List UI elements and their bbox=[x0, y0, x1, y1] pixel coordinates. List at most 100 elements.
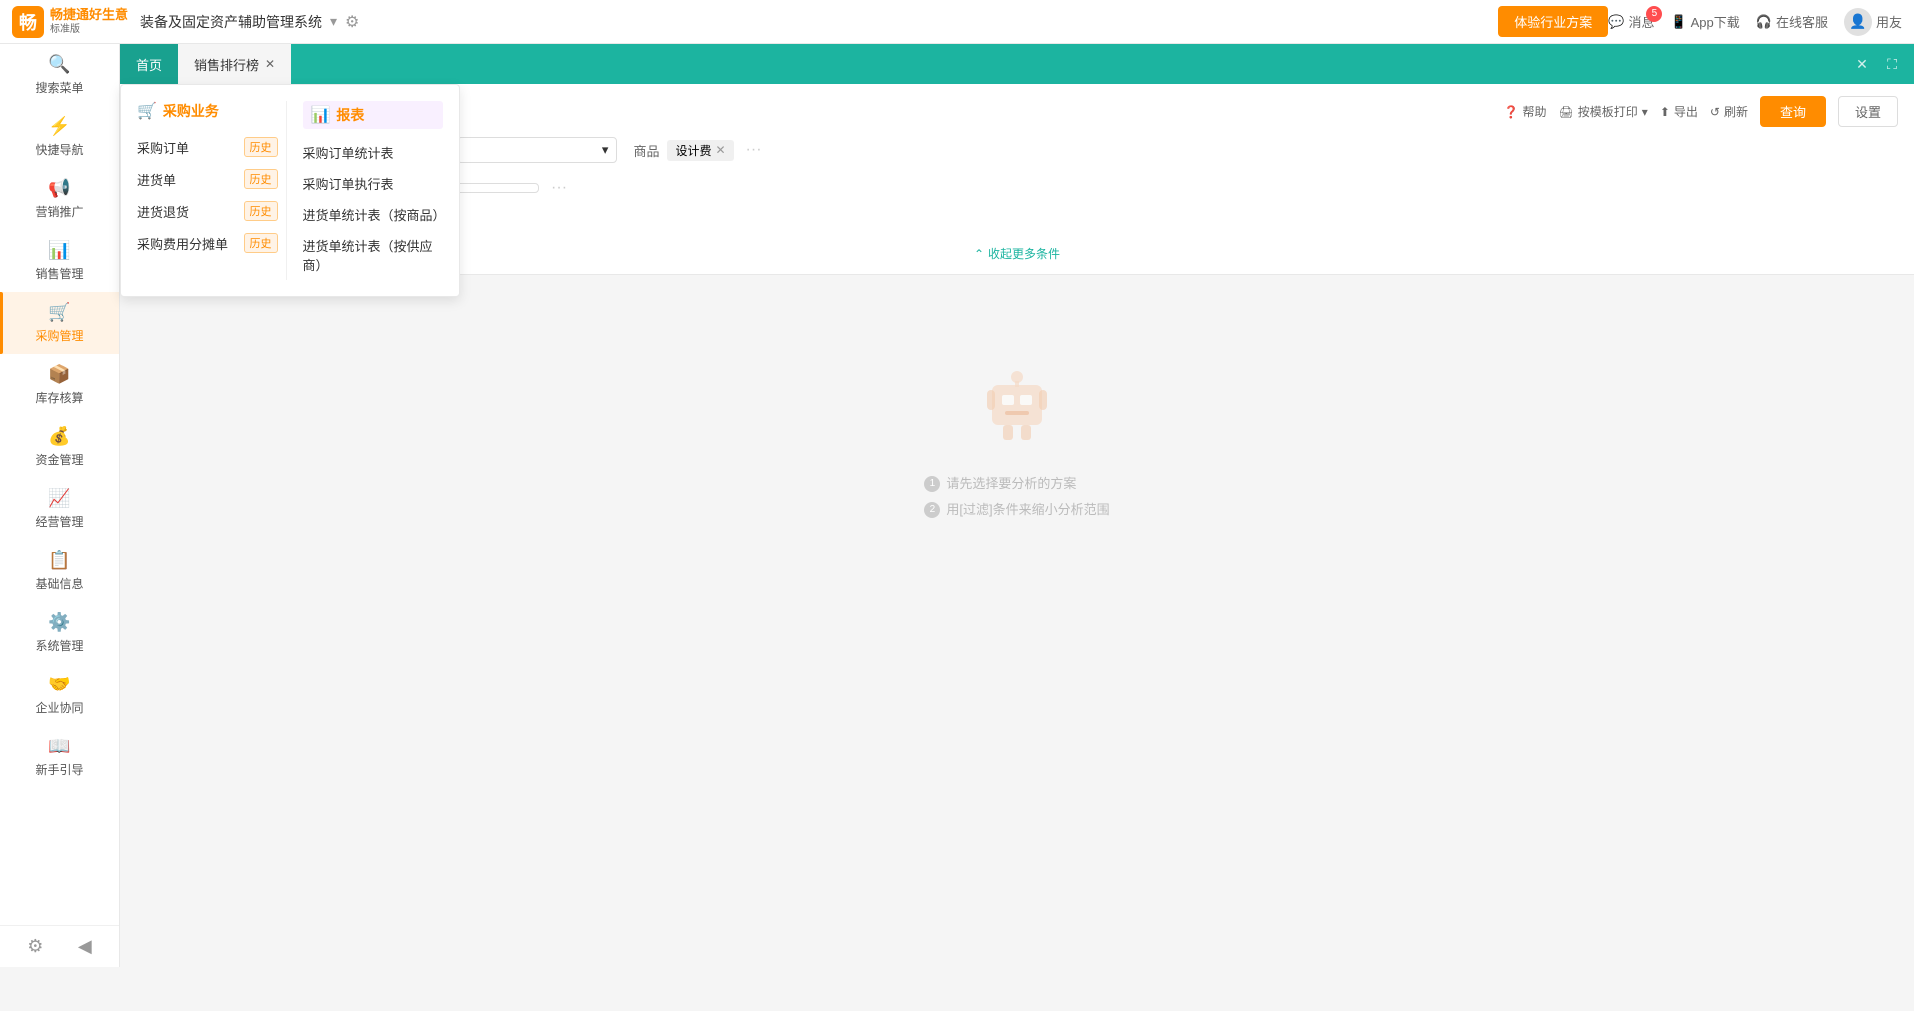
online-service-item[interactable]: 🎧 在线客服 bbox=[1756, 12, 1828, 31]
menu-item-po-stats[interactable]: 采购订单统计表 bbox=[303, 137, 444, 168]
sidebar-item-search[interactable]: 🔍 搜索菜单 bbox=[0, 44, 119, 106]
search-icon: 🔍 bbox=[48, 54, 70, 75]
settings-icon[interactable]: ⚙ bbox=[345, 12, 359, 32]
menu-item-inbound-stats-supplier[interactable]: 进货单统计表（按供应商） bbox=[303, 230, 444, 280]
sidebar-label-finance: 资金管理 bbox=[35, 451, 83, 468]
purchase-icon: 🛒 bbox=[48, 302, 70, 323]
empty-state: 1 请先选择要分析的方案 2 用[过滤]条件来缩小分析范围 bbox=[120, 275, 1914, 603]
enterprise-icon: 🤝 bbox=[48, 674, 70, 695]
print-btn[interactable]: 🖨 按模板打印 ▾ bbox=[1559, 103, 1648, 120]
purchase-order-badge: 历史 bbox=[244, 137, 278, 157]
basic-info-icon: 📋 bbox=[48, 550, 70, 571]
inbound-stats-goods-label: 进货单统计表（按商品） bbox=[303, 205, 444, 224]
sidebar-item-inventory[interactable]: 📦 库存核算 bbox=[0, 354, 119, 416]
menu-item-inbound-stats-goods[interactable]: 进货单统计表（按商品） bbox=[303, 199, 444, 230]
sidebar-item-operations[interactable]: 📈 经营管理 bbox=[0, 478, 119, 540]
message-item[interactable]: 💬 消息 5 bbox=[1608, 12, 1654, 31]
print-icon: 🖨 bbox=[1559, 105, 1574, 119]
trial-button[interactable]: 体验行业方案 bbox=[1498, 6, 1608, 37]
settings-bottom-icon[interactable]: ⚙ bbox=[27, 936, 43, 957]
system-icon: ⚙️ bbox=[48, 612, 70, 633]
sales-icon: 📊 bbox=[48, 240, 70, 261]
empty-illustration bbox=[967, 355, 1067, 455]
message-badge: 5 bbox=[1646, 6, 1662, 22]
quick-nav-icon: ⚡ bbox=[48, 116, 70, 137]
goods-tag-close[interactable]: ✕ bbox=[715, 143, 725, 157]
tab-sales-ranking[interactable]: 销售排行榜 ✕ bbox=[178, 44, 291, 84]
sidebar-item-sales[interactable]: 📊 销售管理 bbox=[0, 230, 119, 292]
salesman-more-btn[interactable]: ··· bbox=[547, 179, 571, 197]
tab-controls: ✕ ⛶ bbox=[1848, 50, 1914, 78]
goods-more-btn[interactable]: ··· bbox=[742, 141, 766, 159]
print-dropdown-icon[interactable]: ▾ bbox=[1642, 105, 1648, 119]
guide-icon: 📖 bbox=[48, 736, 70, 757]
settings-button[interactable]: 设置 bbox=[1838, 96, 1898, 127]
collapse-sidebar-icon[interactable]: ◀ bbox=[78, 936, 92, 957]
purchase-col2-header: 📊 报表 bbox=[303, 101, 444, 129]
tab-close-btn[interactable]: ✕ bbox=[1848, 50, 1876, 78]
hint-1: 1 请先选择要分析的方案 bbox=[924, 471, 1109, 497]
menu-item-purchase-expense[interactable]: 采购费用分摊单 历史 bbox=[137, 227, 278, 259]
help-label: 帮助 bbox=[1523, 103, 1547, 120]
help-icon: ❓ bbox=[1504, 105, 1519, 119]
purchase-header-icon: 🛒 bbox=[137, 101, 157, 121]
hint-2: 2 用[过滤]条件来缩小分析范围 bbox=[924, 497, 1109, 523]
sidebar: 🔍 搜索菜单 ⚡ 快捷导航 📢 营销推广 📊 销售管理 🛒 采购管理 📦 库存核… bbox=[0, 44, 120, 967]
logo-line2: 标准版 bbox=[50, 23, 128, 36]
app-download-label: App下载 bbox=[1691, 12, 1740, 31]
help-btn[interactable]: ❓ 帮助 bbox=[1504, 103, 1547, 120]
status-select[interactable]: ▾ bbox=[457, 137, 617, 163]
sidebar-item-enterprise[interactable]: 🤝 企业协同 bbox=[0, 664, 119, 726]
menu-item-inbound[interactable]: 进货单 历史 bbox=[137, 163, 278, 195]
app-download-item[interactable]: 📱 App下载 bbox=[1670, 12, 1739, 31]
tab-close-icon[interactable]: ✕ bbox=[265, 57, 275, 71]
status-dropdown-icon: ▾ bbox=[602, 142, 609, 158]
empty-text-area: 1 请先选择要分析的方案 2 用[过滤]条件来缩小分析范围 bbox=[924, 471, 1109, 523]
sidebar-item-quick-nav[interactable]: ⚡ 快捷导航 bbox=[0, 106, 119, 168]
menu-item-purchase-order[interactable]: 采购订单 历史 bbox=[137, 131, 278, 163]
sidebar-item-guide[interactable]: 📖 新手引导 bbox=[0, 726, 119, 788]
tab-home[interactable]: 首页 bbox=[120, 44, 178, 84]
purchase-col2-title: 报表 bbox=[336, 105, 364, 125]
sidebar-label-sales: 销售管理 bbox=[35, 265, 83, 282]
menu-item-inbound-return[interactable]: 进货退货 历史 bbox=[137, 195, 278, 227]
refresh-icon: ↺ bbox=[1710, 105, 1720, 119]
sidebar-item-finance[interactable]: 💰 资金管理 bbox=[0, 416, 119, 478]
menu-item-po-exec[interactable]: 采购订单执行表 bbox=[303, 168, 444, 199]
export-btn[interactable]: ⬆ 导出 bbox=[1660, 103, 1698, 120]
sidebar-item-system[interactable]: ⚙️ 系统管理 bbox=[0, 602, 119, 664]
operations-icon: 📈 bbox=[48, 488, 70, 509]
print-label: 按模板打印 bbox=[1578, 103, 1638, 120]
collapse-filters-btn[interactable]: ⌃ 收起更多条件 bbox=[974, 245, 1060, 262]
sidebar-label-operations: 经营管理 bbox=[35, 513, 83, 530]
avatar: 👤 bbox=[1844, 8, 1872, 36]
refresh-label: 刷新 bbox=[1724, 103, 1748, 120]
system-dropdown-arrow[interactable]: ▾ bbox=[330, 13, 337, 30]
logo-char: 畅 bbox=[19, 9, 37, 35]
collapse-text: 收起更多条件 bbox=[988, 245, 1060, 262]
sidebar-label-system: 系统管理 bbox=[35, 637, 83, 654]
sidebar-label-quick-nav: 快捷导航 bbox=[35, 141, 83, 158]
refresh-btn[interactable]: ↺ 刷新 bbox=[1710, 103, 1748, 120]
finance-icon: 💰 bbox=[48, 426, 70, 447]
sidebar-item-marketing[interactable]: 📢 营销推广 bbox=[0, 168, 119, 230]
tab-maximize-btn[interactable]: ⛶ bbox=[1878, 50, 1906, 78]
user-item[interactable]: 👤 用友 bbox=[1844, 8, 1902, 36]
marketing-icon: 📢 bbox=[48, 178, 70, 199]
query-button[interactable]: 查询 bbox=[1760, 96, 1826, 127]
top-right-area: 💬 消息 5 📱 App下载 🎧 在线客服 👤 用友 bbox=[1608, 8, 1902, 36]
export-label: 导出 bbox=[1674, 103, 1698, 120]
po-stats-label: 采购订单统计表 bbox=[303, 143, 394, 162]
tab-home-label: 首页 bbox=[136, 55, 162, 74]
inbound-return-badge: 历史 bbox=[244, 201, 278, 221]
goods-filter: 商品 设计费 ✕ ··· bbox=[633, 140, 765, 161]
purchase-col1-header: 🛒 采购业务 bbox=[137, 101, 278, 121]
sidebar-item-basic-info[interactable]: 📋 基础信息 bbox=[0, 540, 119, 602]
purchase-col1: 🛒 采购业务 采购订单 历史 进货单 历史 进货退货 历史 采购费用分摊单 历史 bbox=[137, 101, 278, 280]
sidebar-item-purchase[interactable]: 🛒 采购管理 bbox=[0, 292, 119, 354]
collapse-up-icon: ⌃ bbox=[974, 247, 984, 261]
report-header-icon: 📊 bbox=[311, 105, 331, 125]
phone-icon: 📱 bbox=[1670, 14, 1686, 30]
purchase-col2: 📊 报表 采购订单统计表 采购订单执行表 进货单统计表（按商品） 进货单统计表（… bbox=[286, 101, 444, 280]
logo-text: 畅捷通好生意 标准版 bbox=[50, 7, 128, 37]
